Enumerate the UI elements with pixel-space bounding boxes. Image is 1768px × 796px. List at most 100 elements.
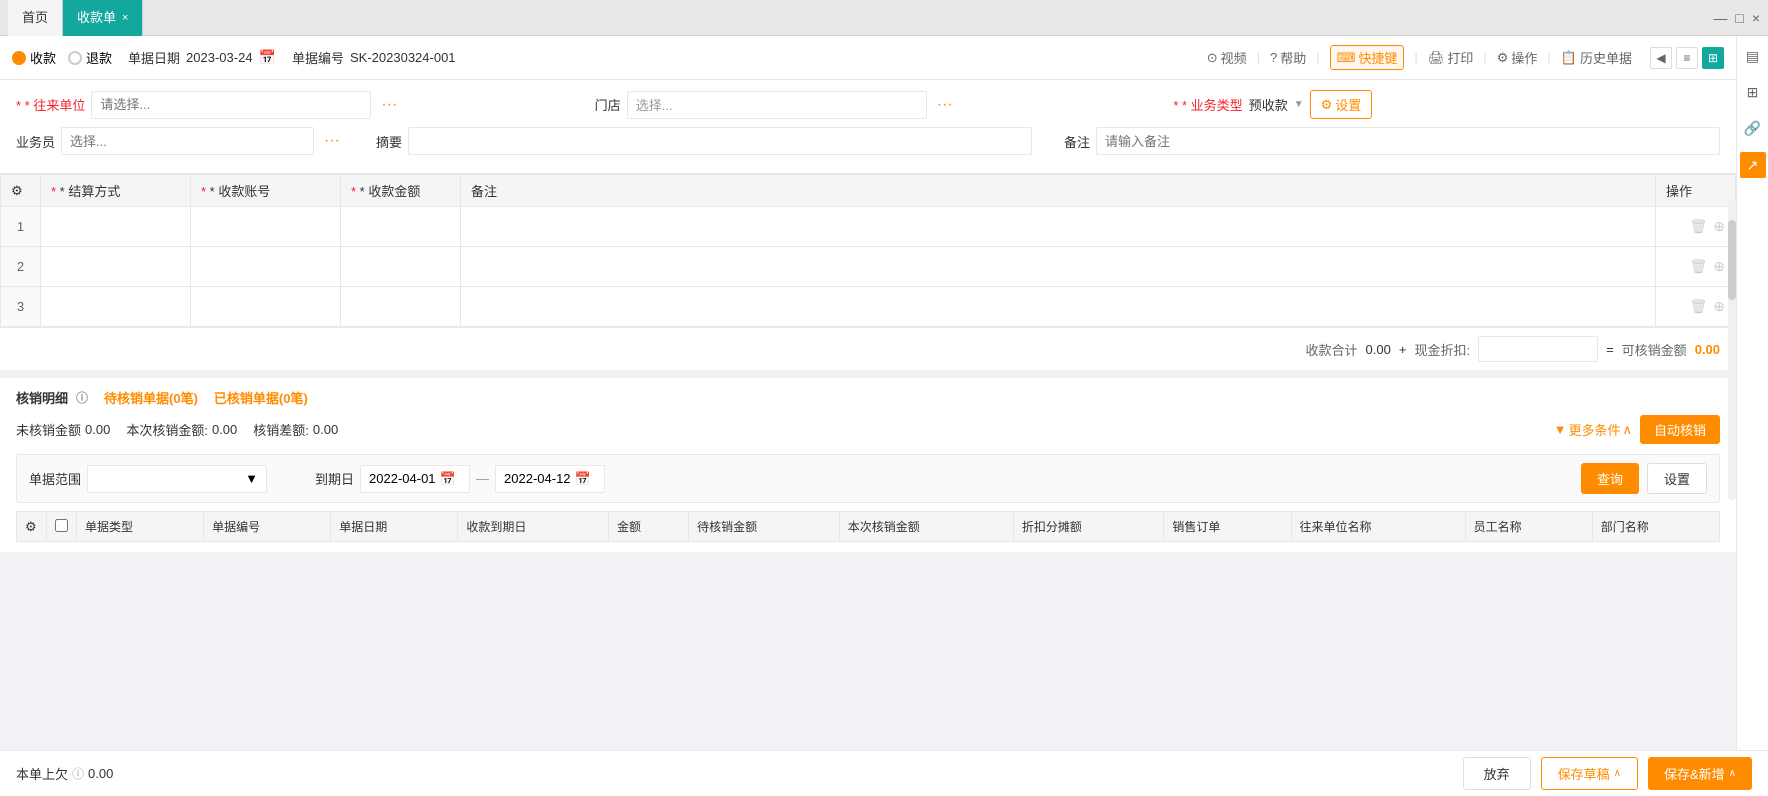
recon-tabs: 待核销单据(0笔) 已核销单据(0笔) <box>104 388 308 407</box>
summary-input[interactable] <box>408 127 1032 155</box>
delete-row-1-icon[interactable]: 🗑 <box>1689 218 1707 235</box>
save-new-btn[interactable]: 保存&新增 ∧ <box>1648 757 1752 790</box>
remark-2[interactable] <box>461 247 1656 287</box>
close-icon[interactable]: × <box>1752 10 1760 26</box>
row-num-3: 3 <box>1 287 41 327</box>
table-wrapper: ⚙ * 结算方式 * 收款账号 * 收款金额 备注 操作 1 <box>0 174 1736 327</box>
remarks-field: 备注 <box>1064 127 1720 155</box>
remark-3[interactable] <box>461 287 1656 327</box>
tab-receipt[interactable]: 收款单 × <box>63 0 143 36</box>
table-settings-icon[interactable]: ⚙ <box>1 175 41 207</box>
video-action[interactable]: ⊙视频 <box>1207 48 1247 67</box>
radio-refund-dot <box>68 51 82 65</box>
minimize-icon[interactable]: — <box>1713 10 1727 26</box>
date-to-picker[interactable]: 2022-04-12 📅 <box>495 465 605 493</box>
view-icons: ◀ ≡ ⊞ <box>1650 47 1724 69</box>
settings-button[interactable]: ⚙设置 <box>1310 90 1373 119</box>
tab-close-icon[interactable]: × <box>122 0 128 36</box>
settlement-3[interactable] <box>41 287 191 327</box>
col-sales-order: 销售订单 <box>1164 512 1291 542</box>
bill-date-group: 单据日期 2023-03-24 📅 <box>128 48 276 67</box>
discard-btn[interactable]: 放弃 <box>1463 757 1531 790</box>
tab-done[interactable]: 已核销单据(0笔) <box>214 388 308 407</box>
form-area: * 往来单位 ··· 门店 选择... ··· * 业务类型 预收款 ▼ ⚙设置 <box>0 80 1736 174</box>
recon-stats: 未核销金额 0.00 本次核销金额: 0.00 核销差额: 0.00 ▼更多条件… <box>16 415 1720 444</box>
partner-field: * 往来单位 ··· <box>16 91 563 119</box>
maximize-icon[interactable]: □ <box>1735 10 1743 26</box>
copy-row-1-icon[interactable]: ⊕ <box>1713 218 1725 235</box>
copy-row-2-icon[interactable]: ⊕ <box>1713 258 1725 275</box>
account-1[interactable] <box>191 207 341 247</box>
settlement-1[interactable] <box>41 207 191 247</box>
history-action[interactable]: 📋历史单据 <box>1561 48 1632 67</box>
unchecked-stat: 未核销金额 0.00 <box>16 420 110 439</box>
remarks-input[interactable] <box>1096 127 1720 155</box>
radio-receipt[interactable]: 收款 <box>12 48 56 67</box>
toolbar: 收款 退款 单据日期 2023-03-24 📅 单据编号 SK-20230324… <box>0 36 1736 80</box>
recon-info-icon[interactable]: ⓘ <box>76 389 88 406</box>
print-action[interactable]: 🖨打印 <box>1428 48 1474 67</box>
tab-pending[interactable]: 待核销单据(0笔) <box>104 388 198 407</box>
business-type-arrow: ▼ <box>1294 99 1304 110</box>
amount-3[interactable] <box>341 287 461 327</box>
account-2[interactable] <box>191 247 341 287</box>
recon-table-settings-icon[interactable]: ⚙ <box>25 519 37 534</box>
help-action[interactable]: ?帮助 <box>1270 48 1306 67</box>
draft-chevron-icon: ∧ <box>1614 768 1621 779</box>
draft-btn[interactable]: 保存草稿 ∧ <box>1541 757 1638 790</box>
col-amount: * 收款金额 <box>341 175 461 207</box>
scrollbar-track[interactable] <box>1728 200 1736 500</box>
partner-input[interactable] <box>91 91 371 119</box>
view-menu-icon[interactable]: ≡ <box>1676 47 1698 69</box>
sidebar-expand-icon[interactable]: ↗ <box>1740 152 1766 178</box>
delete-row-3-icon[interactable]: 🗑 <box>1689 298 1707 315</box>
range-select[interactable]: ▼ <box>87 465 267 493</box>
filter-settings-btn[interactable]: 设置 <box>1647 463 1707 494</box>
col-amount: 金额 <box>608 512 688 542</box>
col-pending-amount: 待核销金额 <box>689 512 840 542</box>
sidebar-grid-icon[interactable]: ⊞ <box>1741 80 1765 104</box>
partner-more-btn[interactable]: ··· <box>377 96 401 114</box>
bill-date-calendar-icon[interactable]: 📅 <box>259 49 276 66</box>
col-account: * 收款账号 <box>191 175 341 207</box>
summary-row: 收款合计 0.00 + 现金折扣: = 可核销金额 0.00 <box>0 327 1736 370</box>
bottom-info-icon[interactable]: ⓘ <box>72 765 84 782</box>
operation-action[interactable]: ⚙操作 <box>1497 48 1538 67</box>
store-more-btn[interactable]: ··· <box>933 96 957 114</box>
settlement-2[interactable] <box>41 247 191 287</box>
tab-home[interactable]: 首页 <box>8 0 63 36</box>
right-sidebar: ▤ ⊞ 🔗 ↗ <box>1736 36 1768 796</box>
staff-input[interactable] <box>61 127 314 155</box>
amount-2[interactable] <box>341 247 461 287</box>
view-list-icon[interactable]: ◀ <box>1650 47 1672 69</box>
account-3[interactable] <box>191 287 341 327</box>
col-dept-name: 部门名称 <box>1592 512 1719 542</box>
recon-table: ⚙ 单据类型 单据编号 单据日期 收款到期日 金额 待核销金额 本次核销金额 折… <box>16 511 1720 542</box>
table-row: 1 🗑 ⊕ <box>1 207 1736 247</box>
recon-section: 核销明细 ⓘ 待核销单据(0笔) 已核销单据(0笔) 未核销金额 0.00 本次… <box>0 378 1736 552</box>
receipt-type-group: 收款 退款 <box>12 48 112 67</box>
remark-1[interactable] <box>461 207 1656 247</box>
shortcut-action[interactable]: ⌨快捷键 <box>1330 45 1405 70</box>
table-row: 3 🗑 ⊕ <box>1 287 1736 327</box>
sidebar-link-icon[interactable]: 🔗 <box>1741 116 1765 140</box>
store-select[interactable]: 选择... <box>627 91 927 119</box>
view-grid-icon[interactable]: ⊞ <box>1702 47 1724 69</box>
recon-select-all[interactable] <box>55 519 68 532</box>
radio-refund[interactable]: 退款 <box>68 48 112 67</box>
more-conditions-btn[interactable]: ▼更多条件∧ <box>1554 420 1632 439</box>
business-type-field: * 业务类型 预收款 ▼ ⚙设置 <box>1173 90 1720 119</box>
scrollbar-thumb[interactable] <box>1728 220 1736 300</box>
business-type-select[interactable]: 预收款 ▼ <box>1249 95 1304 114</box>
sidebar-table-icon[interactable]: ▤ <box>1741 44 1765 68</box>
col-staff-name: 员工名称 <box>1465 512 1592 542</box>
amount-1[interactable] <box>341 207 461 247</box>
copy-row-3-icon[interactable]: ⊕ <box>1713 298 1725 315</box>
date-from-picker[interactable]: 2022-04-01 📅 <box>360 465 470 493</box>
query-btn[interactable]: 查询 <box>1581 463 1639 494</box>
delete-row-2-icon[interactable]: 🗑 <box>1689 258 1707 275</box>
discount-input[interactable] <box>1478 336 1598 362</box>
radio-receipt-dot <box>12 51 26 65</box>
staff-more-btn[interactable]: ··· <box>320 132 344 150</box>
auto-recon-btn[interactable]: 自动核销 <box>1640 415 1720 444</box>
